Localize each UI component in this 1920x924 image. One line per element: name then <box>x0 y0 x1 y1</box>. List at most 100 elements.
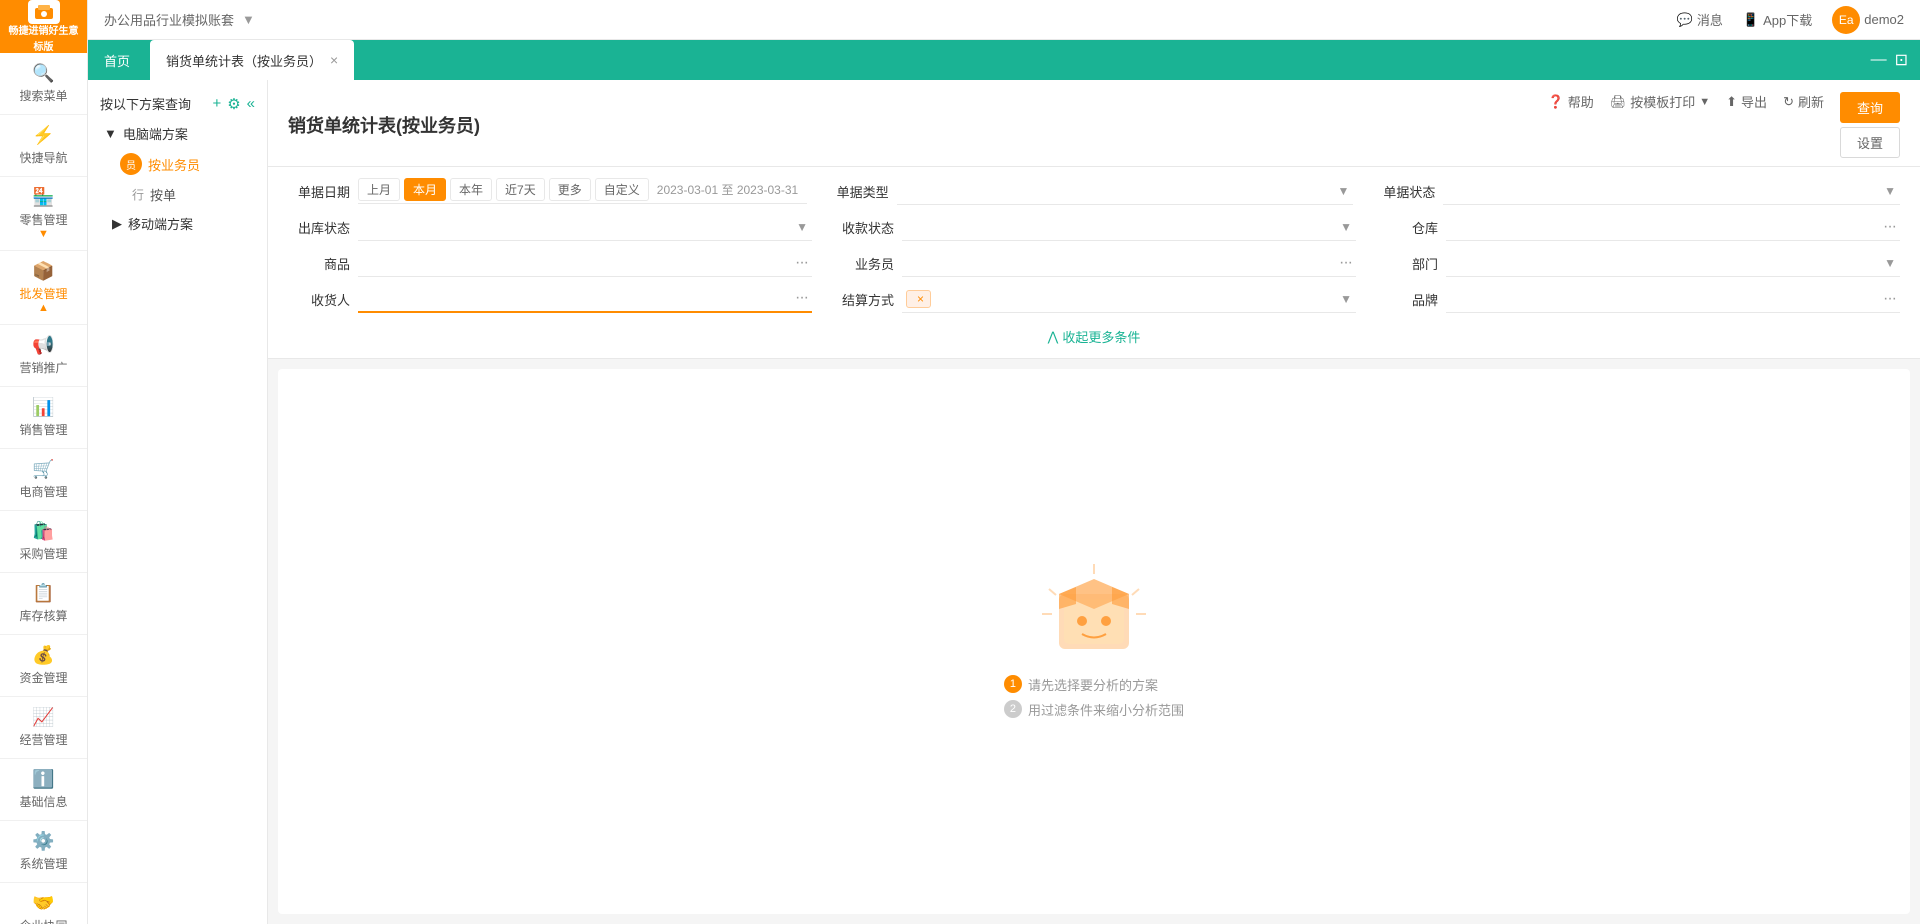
doctype-filter-control[interactable]: ▼ <box>897 177 1354 205</box>
recipient-control[interactable]: ··· <box>358 285 812 313</box>
template-print-btn[interactable]: 🖨 按模板打印 ▼ <box>1610 92 1710 111</box>
sidebar-item-quicknav[interactable]: ⚡ 快捷导航 <box>0 115 88 177</box>
tree-section-desktop[interactable]: ▼ 电脑端方案 <box>88 119 267 148</box>
salesperson-dots-icon: ··· <box>1339 254 1352 272</box>
refresh-btn[interactable]: ↻ 刷新 <box>1783 92 1824 111</box>
settlement-control[interactable]: × ▼ <box>902 285 1356 313</box>
tab-home[interactable]: 首页 <box>88 40 146 80</box>
tree-item-order[interactable]: 行 按单 <box>88 180 267 209</box>
brand-label: 品牌 <box>1376 290 1446 309</box>
dropdown-arrow-icon[interactable]: ▼ <box>242 12 255 27</box>
sidebar-item-retail[interactable]: 🏪 零售管理 ▼ <box>0 177 88 251</box>
inventory-icon: 📋 <box>32 583 54 604</box>
collection-control[interactable]: ▼ <box>902 213 1356 241</box>
message-btn[interactable]: 💬 消息 <box>1677 10 1723 29</box>
ecommerce-icon: 🛒 <box>32 459 54 480</box>
empty-step2: 2 用过滤条件来缩小分析范围 <box>1004 700 1184 719</box>
docstatus-filter-label: 单据状态 <box>1373 182 1443 201</box>
brand-control[interactable]: ··· <box>1446 285 1900 313</box>
outstatus-control[interactable]: ▼ <box>358 213 812 241</box>
collapse-filters-btn[interactable]: ⋀ 收起更多条件 <box>288 321 1900 348</box>
message-icon: 💬 <box>1677 12 1693 28</box>
export-btn[interactable]: ⬆ 导出 <box>1726 92 1767 111</box>
home-tab-label: 首页 <box>104 51 130 70</box>
settings-button[interactable]: 设置 <box>1840 127 1900 158</box>
settlement-label: 结算方式 <box>832 290 902 309</box>
sidebar-label-system: 系统管理 <box>19 855 67 872</box>
system-icon: ⚙️ <box>32 831 54 852</box>
sidebar-label-basicinfo: 基础信息 <box>19 793 67 810</box>
filter-area: 单据日期 上月 本月 本年 近7天 更多 自定义 2023-03-01 至 20… <box>268 167 1920 359</box>
app-download-btn[interactable]: 📱 App下载 <box>1743 10 1812 29</box>
sidebar-item-basicinfo[interactable]: ℹ️ 基础信息 <box>0 759 88 821</box>
tab-minimize-icon[interactable]: — <box>1871 51 1887 69</box>
basicinfo-icon: ℹ️ <box>32 769 54 790</box>
date-btn-thisyear[interactable]: 本年 <box>450 178 492 201</box>
date-btn-7days[interactable]: 近7天 <box>496 178 545 201</box>
date-btn-more[interactable]: 更多 <box>549 178 591 201</box>
account-name: 办公用品行业模拟账套 <box>104 10 234 29</box>
product-control[interactable]: ··· <box>358 249 812 277</box>
topbar-left: 办公用品行业模拟账套 ▼ <box>104 10 255 29</box>
settlement-tag-close[interactable]: × <box>917 292 924 306</box>
help-btn[interactable]: ❓ 帮助 <box>1548 92 1594 111</box>
query-button[interactable]: 查询 <box>1840 92 1900 123</box>
sidebar-label-sales: 销售管理 <box>19 421 67 438</box>
step1-badge: 1 <box>1004 675 1022 693</box>
panel-collapse-icon[interactable]: « <box>247 95 255 113</box>
recipient-dots-icon: ··· <box>795 289 808 307</box>
sidebar-item-inventory[interactable]: 📋 库存核算 <box>0 573 88 635</box>
help-label: 帮助 <box>1568 92 1594 111</box>
refresh-label: 刷新 <box>1798 92 1824 111</box>
tree-expand-icon2: ▶ <box>112 216 122 232</box>
tab-close-icon[interactable]: × <box>330 52 338 68</box>
date-filter-label: 单据日期 <box>288 182 358 201</box>
sidebar-item-ecommerce[interactable]: 🛒 电商管理 <box>0 449 88 511</box>
collection-label: 收款状态 <box>832 218 902 237</box>
tree-expand-icon: ▼ <box>104 126 117 141</box>
sidebar-label-ecommerce: 电商管理 <box>19 483 67 500</box>
marketing-icon: 📢 <box>32 335 54 356</box>
salesperson-control[interactable]: ··· <box>902 249 1356 277</box>
docstatus-filter-control[interactable]: ▼ <box>1443 177 1900 205</box>
warehouse-control[interactable]: ··· <box>1446 213 1900 241</box>
panel-add-icon[interactable]: + <box>212 95 221 113</box>
page-title: 销货单统计表(按业务员) <box>288 112 480 138</box>
sidebar-item-finance[interactable]: 💰 资金管理 <box>0 635 88 697</box>
empty-step1-text: 请先选择要分析的方案 <box>1028 675 1158 694</box>
recipient-label: 收货人 <box>288 290 358 309</box>
user-menu[interactable]: Ea demo2 <box>1832 6 1904 34</box>
sidebar-label-marketing: 营销推广 <box>19 359 67 376</box>
dept-control[interactable]: ▼ <box>1446 249 1900 277</box>
empty-state-area: 1 请先选择要分析的方案 2 用过滤条件来缩小分析范围 <box>278 369 1910 914</box>
logo-icon <box>28 0 60 24</box>
template-print-label: 按模板打印 <box>1630 92 1695 111</box>
panel-settings-icon[interactable]: ⚙ <box>227 95 240 113</box>
refresh-icon: ↻ <box>1783 94 1794 110</box>
message-label: 消息 <box>1697 10 1723 29</box>
sidebar-item-system[interactable]: ⚙️ 系统管理 <box>0 821 88 883</box>
sidebar-item-purchase[interactable]: 🛍️ 采购管理 <box>0 511 88 573</box>
tab-expand-icon[interactable]: ⊡ <box>1895 50 1908 70</box>
sidebar-item-marketing[interactable]: 📢 营销推广 <box>0 325 88 387</box>
tree-section-mobile[interactable]: ▶ 移动端方案 <box>88 209 267 238</box>
operation-icon: 📈 <box>32 707 54 728</box>
date-btn-thismonth[interactable]: 本月 <box>404 178 446 201</box>
active-tab-label: 销货单统计表（按业务员） <box>166 51 322 70</box>
app-logo: 畅捷进销好生意 标版 <box>0 0 88 53</box>
app-download-label: App下载 <box>1763 10 1812 29</box>
date-btn-custom[interactable]: 自定义 <box>595 178 649 201</box>
sidebar-item-operation[interactable]: 📈 经营管理 <box>0 697 88 759</box>
settlement-arrow-icon: ▼ <box>1340 292 1352 306</box>
tree-item-salesperson[interactable]: 员 按业务员 <box>88 148 267 180</box>
tab-active-report[interactable]: 销货单统计表（按业务员） × <box>150 40 354 80</box>
sidebar-item-corp[interactable]: 🤝 企业协同 <box>0 883 88 924</box>
sidebar-item-wholesale[interactable]: 📦 批发管理 ▲ <box>0 251 88 325</box>
sidebar: 畅捷进销好生意 标版 🔍 搜索菜单 ⚡ 快捷导航 🏪 零售管理 ▼ 📦 批发管理… <box>0 0 88 924</box>
brand-dots-icon: ··· <box>1883 290 1896 308</box>
topbar-right: 💬 消息 📱 App下载 Ea demo2 <box>1677 6 1904 34</box>
sidebar-item-sales[interactable]: 📊 销售管理 <box>0 387 88 449</box>
sidebar-label-retail: 零售管理 <box>19 211 67 228</box>
sidebar-item-search[interactable]: 🔍 搜索菜单 <box>0 53 88 115</box>
date-btn-lastmonth[interactable]: 上月 <box>358 178 400 201</box>
